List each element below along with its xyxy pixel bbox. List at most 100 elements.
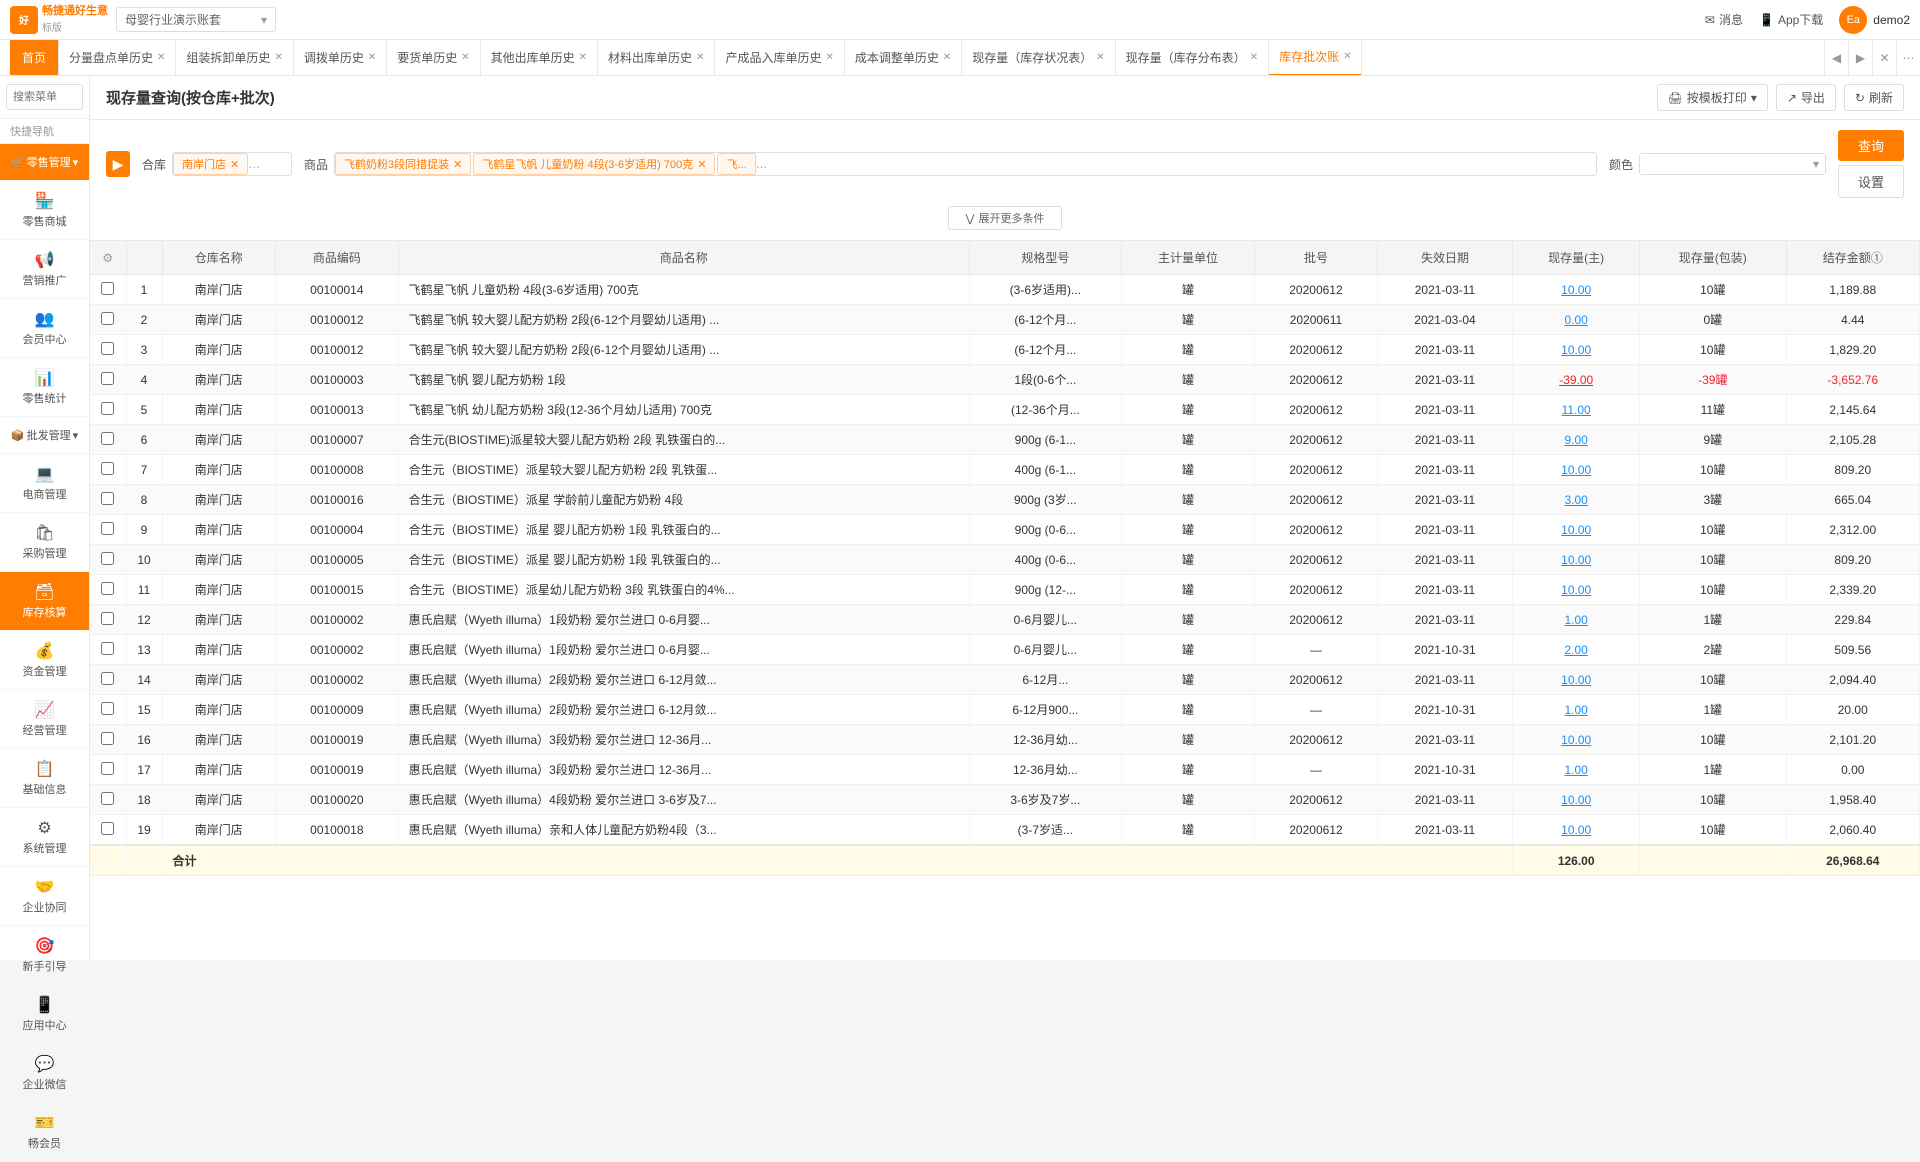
tab-6[interactable]: 材料出库单历史 ✕	[598, 40, 715, 76]
product-tag-1-close[interactable]: ✕	[453, 158, 462, 171]
row-checkbox[interactable]	[101, 702, 114, 715]
row-checkbox[interactable]	[101, 642, 114, 655]
sidebar-item-vip[interactable]: 🎫 畅会员	[0, 1103, 89, 1162]
row-checkbox[interactable]	[101, 522, 114, 535]
close-tab-11[interactable]: ✕	[1343, 51, 1351, 62]
filter-expand-arrow[interactable]: ▶	[106, 151, 130, 177]
sidebar-item-app[interactable]: 📱 应用中心	[0, 985, 89, 1044]
tab-11[interactable]: 库存批次账 ✕	[1269, 40, 1362, 76]
cell-checkbox[interactable]	[90, 725, 126, 755]
cell-stock-main[interactable]: 10.00	[1513, 335, 1640, 365]
expand-button[interactable]: ⋁ 展开更多条件	[948, 206, 1061, 230]
cell-stock-main[interactable]: 10.00	[1513, 575, 1640, 605]
sidebar-item-biz[interactable]: 📈 经营管理	[0, 690, 89, 749]
tab-5[interactable]: 其他出库单历史 ✕	[481, 40, 598, 76]
cell-stock-main[interactable]: 2.00	[1513, 635, 1640, 665]
col-settings[interactable]: ⚙	[90, 241, 126, 275]
cell-stock-main[interactable]: 10.00	[1513, 455, 1640, 485]
row-checkbox[interactable]	[101, 732, 114, 745]
cell-stock-main[interactable]: 10.00	[1513, 275, 1640, 305]
tab-2[interactable]: 组装拆卸单历史 ✕	[176, 40, 293, 76]
sidebar-item-member[interactable]: 👥 会员中心	[0, 299, 89, 358]
tab-10[interactable]: 现存量（库存分布表） ✕	[1116, 40, 1269, 76]
cell-checkbox[interactable]	[90, 695, 126, 725]
color-filter-input[interactable]: ▾	[1639, 153, 1826, 175]
row-checkbox[interactable]	[101, 612, 114, 625]
color-input[interactable]	[1640, 154, 1807, 174]
cell-checkbox[interactable]	[90, 305, 126, 335]
sidebar-item-system[interactable]: ⚙ 系统管理	[0, 808, 89, 867]
app-download-btn[interactable]: 📱 App下载	[1759, 11, 1823, 28]
nav-close-all[interactable]: ✕	[1872, 40, 1896, 76]
cell-checkbox[interactable]	[90, 485, 126, 515]
message-btn[interactable]: ✉ 消息	[1705, 11, 1743, 28]
product-filter-input[interactable]: 飞鹤奶粉3段同措捉装 ✕ 飞鹤星飞帆 儿童奶粉 4段(3-6岁适用) 700克 …	[334, 152, 1597, 176]
cell-checkbox[interactable]	[90, 425, 126, 455]
cell-checkbox[interactable]	[90, 335, 126, 365]
refresh-button[interactable]: ↻ 刷新	[1844, 84, 1904, 111]
cell-stock-main[interactable]: 11.00	[1513, 395, 1640, 425]
sidebar-item-purchase[interactable]: 🛍 采购管理	[0, 513, 89, 572]
row-checkbox[interactable]	[101, 582, 114, 595]
cell-stock-main[interactable]: 0.00	[1513, 305, 1640, 335]
cell-stock-main[interactable]: 1.00	[1513, 755, 1640, 785]
row-checkbox[interactable]	[101, 552, 114, 565]
cell-checkbox[interactable]	[90, 815, 126, 846]
row-checkbox[interactable]	[101, 312, 114, 325]
warehouse-filter-input[interactable]: 南岸门店 ✕ …	[172, 152, 292, 176]
sidebar-item-collab[interactable]: 🤝 企业协同	[0, 867, 89, 926]
row-checkbox[interactable]	[101, 762, 114, 775]
sidebar-item-mall[interactable]: 🏪 零售商城	[0, 181, 89, 240]
tab-home[interactable]: 首页	[10, 40, 59, 76]
color-dropdown-arrow[interactable]: ▾	[1807, 157, 1825, 171]
cell-stock-main[interactable]: 10.00	[1513, 785, 1640, 815]
cell-checkbox[interactable]	[90, 395, 126, 425]
sidebar-item-basic[interactable]: 📋 基础信息	[0, 749, 89, 808]
cell-stock-main[interactable]: 10.00	[1513, 515, 1640, 545]
close-tab-5[interactable]: ✕	[579, 52, 587, 63]
cell-stock-main[interactable]: 10.00	[1513, 665, 1640, 695]
nav-next[interactable]: ▶	[1848, 40, 1872, 76]
cell-checkbox[interactable]	[90, 785, 126, 815]
cell-checkbox[interactable]	[90, 275, 126, 305]
product-more[interactable]: …	[756, 157, 768, 171]
sidebar-item-inventory[interactable]: 🗃 库存核算	[0, 572, 89, 631]
org-selector[interactable]: 母婴行业演示账套 ▾	[116, 7, 276, 32]
sidebar-item-ecommerce[interactable]: 💻 电商管理	[0, 454, 89, 513]
sidebar-item-wholesale[interactable]: 📦 批发管理 ▾	[0, 417, 89, 454]
cell-checkbox[interactable]	[90, 515, 126, 545]
sidebar-item-finance[interactable]: 💰 资金管理	[0, 631, 89, 690]
setting-button[interactable]: 设置	[1838, 165, 1904, 198]
row-checkbox[interactable]	[101, 432, 114, 445]
nav-more[interactable]: ⋯	[1896, 40, 1920, 76]
cell-stock-main[interactable]: 10.00	[1513, 815, 1640, 846]
export-button[interactable]: ↗ 导出	[1776, 84, 1836, 111]
close-tab-9[interactable]: ✕	[1096, 52, 1104, 63]
row-checkbox[interactable]	[101, 342, 114, 355]
row-checkbox[interactable]	[101, 462, 114, 475]
cell-checkbox[interactable]	[90, 605, 126, 635]
cell-stock-main[interactable]: 3.00	[1513, 485, 1640, 515]
close-tab-1[interactable]: ✕	[157, 52, 165, 63]
cell-stock-main[interactable]: 10.00	[1513, 545, 1640, 575]
sidebar-item-retail[interactable]: 🛒 零售管理 ▾	[0, 144, 89, 181]
row-checkbox[interactable]	[101, 372, 114, 385]
sidebar-item-wechat[interactable]: 💬 企业微信	[0, 1044, 89, 1103]
cell-checkbox[interactable]	[90, 545, 126, 575]
query-button[interactable]: 查询	[1838, 130, 1904, 161]
settings-icon[interactable]: ⚙	[102, 251, 113, 265]
cell-stock-main[interactable]: 1.00	[1513, 605, 1640, 635]
row-checkbox[interactable]	[101, 492, 114, 505]
row-checkbox[interactable]	[101, 792, 114, 805]
product-tag-2-close[interactable]: ✕	[697, 158, 706, 171]
tab-3[interactable]: 调拨单历史 ✕	[294, 40, 387, 76]
cell-checkbox[interactable]	[90, 755, 126, 785]
close-tab-8[interactable]: ✕	[943, 52, 951, 63]
tab-4[interactable]: 要货单历史 ✕	[387, 40, 480, 76]
cell-stock-main[interactable]: 1.00	[1513, 695, 1640, 725]
tab-8[interactable]: 成本调整单历史 ✕	[845, 40, 962, 76]
warehouse-more[interactable]: …	[248, 157, 260, 171]
cell-stock-main[interactable]: 9.00	[1513, 425, 1640, 455]
sidebar-item-retail-stats[interactable]: 📊 零售统计	[0, 358, 89, 417]
print-button[interactable]: 🖨 按模板打印 ▾	[1657, 84, 1768, 111]
